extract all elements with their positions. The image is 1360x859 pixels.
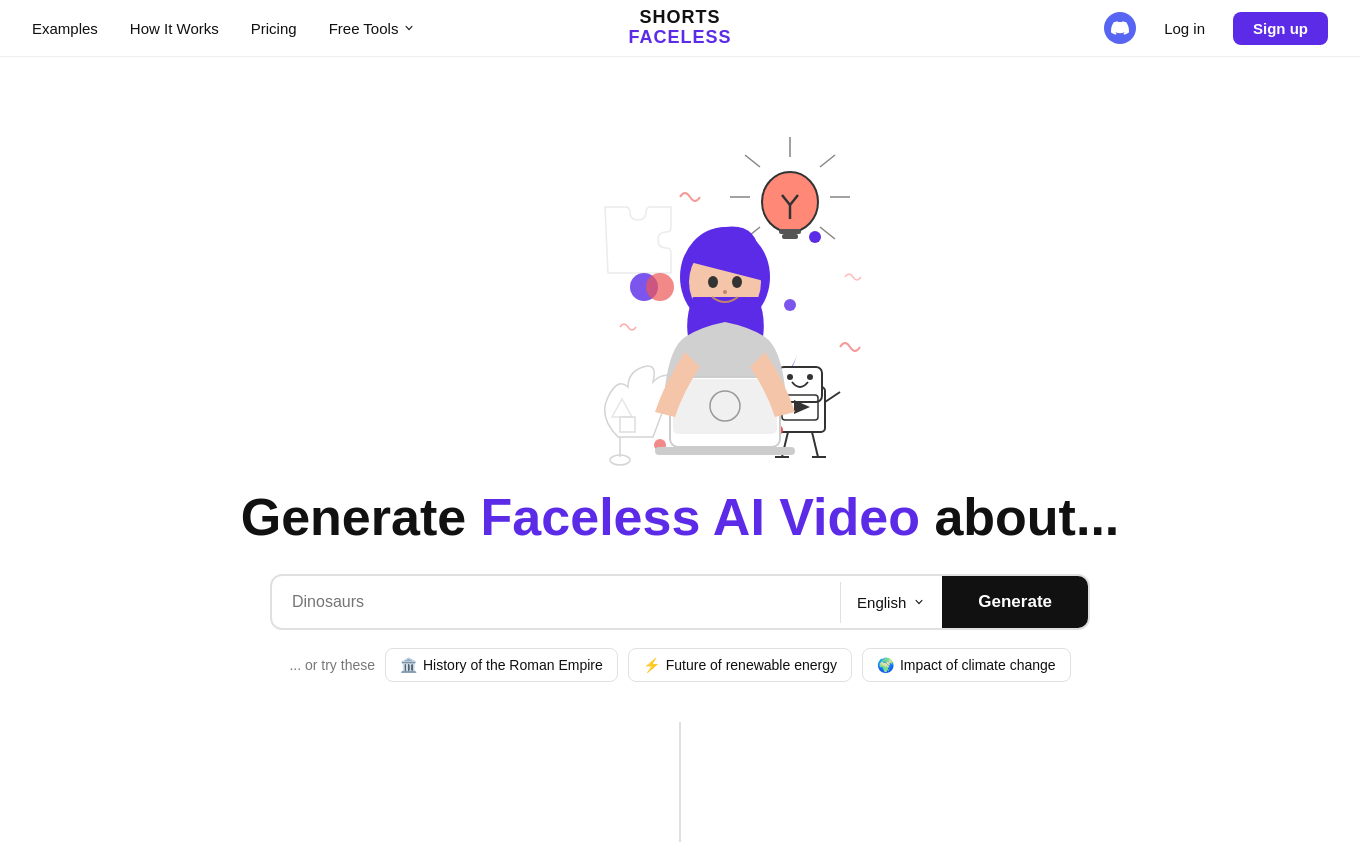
search-input[interactable] xyxy=(272,577,840,627)
section-divider xyxy=(679,722,681,842)
suggestion-chip-climate[interactable]: 🌍 Impact of climate change xyxy=(862,648,1071,682)
nav-free-tools[interactable]: Free Tools xyxy=(329,20,417,37)
suggestions-row: ... or try these 🏛️ History of the Roman… xyxy=(289,648,1070,682)
svg-rect-16 xyxy=(782,234,798,239)
svg-point-35 xyxy=(732,276,742,288)
site-logo[interactable]: SHORTS FACELESS xyxy=(628,8,731,48)
nav-right: Log in Sign up xyxy=(1104,12,1328,45)
signup-button[interactable]: Sign up xyxy=(1233,12,1328,45)
svg-point-22 xyxy=(787,374,793,380)
hero-section: Generate Faceless AI Video about... Engl… xyxy=(0,57,1360,842)
nav-examples[interactable]: Examples xyxy=(32,20,98,37)
svg-point-1 xyxy=(646,273,674,301)
chevron-down-icon xyxy=(912,595,926,609)
svg-point-14 xyxy=(762,172,818,232)
svg-point-36 xyxy=(723,290,727,294)
nav-pricing[interactable]: Pricing xyxy=(251,20,297,37)
svg-rect-38 xyxy=(673,379,777,434)
svg-rect-40 xyxy=(655,447,795,455)
svg-point-23 xyxy=(807,374,813,380)
language-selector[interactable]: English xyxy=(840,582,942,623)
login-button[interactable]: Log in xyxy=(1152,14,1217,43)
suggestion-chip-roman[interactable]: 🏛️ History of the Roman Empire xyxy=(385,648,618,682)
svg-line-11 xyxy=(745,155,760,167)
hero-headline: Generate Faceless AI Video about... xyxy=(241,489,1120,546)
search-bar: English Generate xyxy=(270,574,1090,630)
hero-illustration xyxy=(450,77,910,477)
generate-button[interactable]: Generate xyxy=(942,576,1088,628)
svg-line-8 xyxy=(820,155,835,167)
svg-line-27 xyxy=(825,392,840,402)
suggestions-label: ... or try these xyxy=(289,657,375,673)
svg-point-17 xyxy=(809,231,821,243)
svg-line-10 xyxy=(820,227,835,239)
chevron-down-icon xyxy=(402,21,416,35)
svg-line-29 xyxy=(812,432,818,457)
nav-left: Examples How It Works Pricing Free Tools xyxy=(32,20,416,37)
discord-icon[interactable] xyxy=(1104,12,1136,44)
navbar: Examples How It Works Pricing Free Tools… xyxy=(0,0,1360,57)
svg-point-4 xyxy=(784,299,796,311)
suggestion-chip-energy[interactable]: ⚡ Future of renewable energy xyxy=(628,648,852,682)
svg-rect-15 xyxy=(779,229,801,234)
svg-point-34 xyxy=(708,276,718,288)
nav-how-it-works[interactable]: How It Works xyxy=(130,20,219,37)
